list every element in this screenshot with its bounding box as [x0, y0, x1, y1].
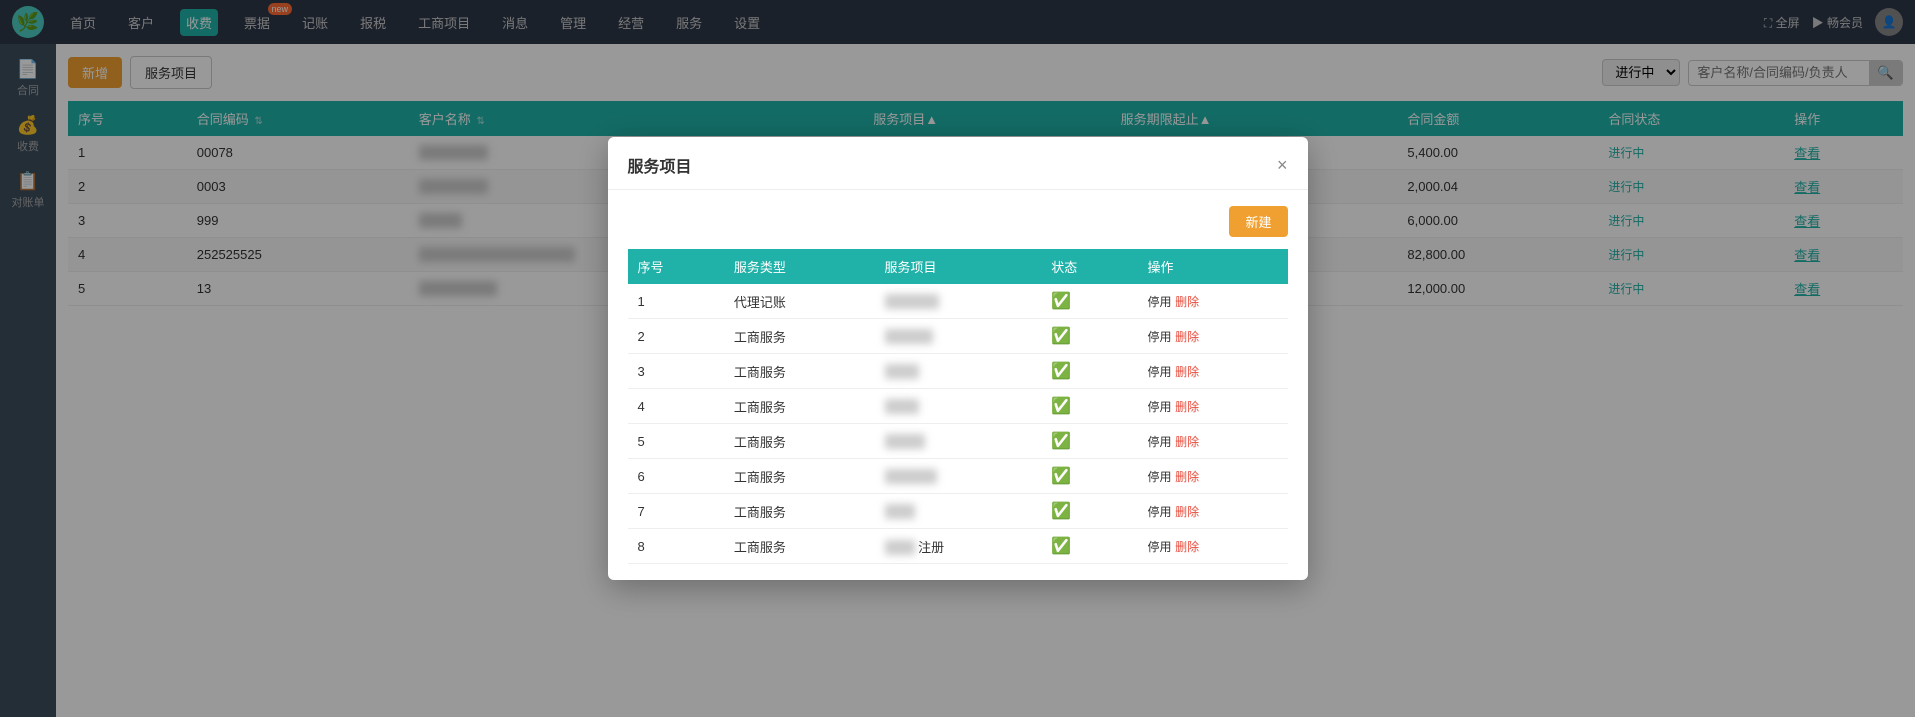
modal-table-row: 6 工商服务 XXXXX ✅ 停用 删除 — [628, 459, 1288, 494]
modal-cell-index: 5 — [628, 424, 724, 459]
modal-header-row: 序号 服务类型 服务项目 状态 操作 — [628, 249, 1288, 284]
modal-table-row: 3 工商服务 XXXX ✅ 停用 删除 — [628, 354, 1288, 389]
modal-cell-index: 1 — [628, 284, 724, 319]
modal-cell-item: XXXX — [875, 319, 1042, 354]
modal-table-container[interactable]: 序号 服务类型 服务项目 状态 操作 1 代理记账 XXXXX 1 ✅ 停用 删… — [628, 249, 1288, 564]
modal-col-action: 操作 — [1138, 249, 1288, 284]
stop-button[interactable]: 停用 — [1148, 398, 1172, 415]
stop-button[interactable]: 停用 — [1148, 328, 1172, 345]
modal-cell-action[interactable]: 停用 删除 — [1138, 424, 1288, 459]
modal-cell-type: 工商服务 — [724, 494, 875, 529]
modal-cell-item: XXXXX — [875, 459, 1042, 494]
service-modal: 服务项目 × 新建 序号 服务类型 服务项目 状态 操作 — [608, 137, 1308, 580]
modal-cell-status: ✅ — [1041, 459, 1137, 494]
modal-cell-index: 4 — [628, 389, 724, 424]
modal-cell-status: ✅ — [1041, 529, 1137, 564]
modal-close-button[interactable]: × — [1277, 155, 1288, 176]
new-service-button[interactable]: 新建 — [1229, 206, 1287, 237]
stop-button[interactable]: 停用 — [1148, 503, 1172, 520]
modal-table-row: 5 工商服务 XXX ✅ 停用 删除 — [628, 424, 1288, 459]
modal-cell-status: ✅ — [1041, 354, 1137, 389]
modal-table-row: 4 工商服务 XXX ✅ 停用 删除 — [628, 389, 1288, 424]
modal-table-row: 2 工商服务 XXXX ✅ 停用 删除 — [628, 319, 1288, 354]
modal-col-type: 服务类型 — [724, 249, 875, 284]
modal-header: 服务项目 × — [608, 137, 1308, 190]
modal-cell-index: 3 — [628, 354, 724, 389]
modal-cell-type: 代理记账 — [724, 284, 875, 319]
delete-button[interactable]: 删除 — [1175, 363, 1199, 380]
modal-cell-type: 工商服务 — [724, 319, 875, 354]
modal-cell-action[interactable]: 停用 删除 — [1138, 389, 1288, 424]
delete-button[interactable]: 删除 — [1175, 293, 1199, 310]
modal-cell-status: ✅ — [1041, 494, 1137, 529]
modal-cell-status: ✅ — [1041, 284, 1137, 319]
stop-button[interactable]: 停用 — [1148, 293, 1172, 310]
modal-cell-index: 6 — [628, 459, 724, 494]
modal-cell-action[interactable]: 停用 删除 — [1138, 354, 1288, 389]
service-table: 序号 服务类型 服务项目 状态 操作 1 代理记账 XXXXX 1 ✅ 停用 删… — [628, 249, 1288, 564]
modal-col-index: 序号 — [628, 249, 724, 284]
modal-cell-action[interactable]: 停用 删除 — [1138, 319, 1288, 354]
modal-cell-index: 8 — [628, 529, 724, 564]
modal-cell-status: ✅ — [1041, 319, 1137, 354]
stop-button[interactable]: 停用 — [1148, 433, 1172, 450]
modal-cell-status: ✅ — [1041, 424, 1137, 459]
modal-cell-item: XXX — [875, 424, 1042, 459]
delete-button[interactable]: 删除 — [1175, 503, 1199, 520]
modal-table-row: 7 工商服务 XXX ✅ 停用 删除 — [628, 494, 1288, 529]
delete-button[interactable]: 删除 — [1175, 468, 1199, 485]
modal-cell-type: 工商服务 — [724, 529, 875, 564]
delete-button[interactable]: 删除 — [1175, 328, 1199, 345]
modal-cell-status: ✅ — [1041, 389, 1137, 424]
modal-toolbar: 新建 — [628, 206, 1288, 237]
modal-title: 服务项目 — [628, 153, 692, 177]
modal-cell-type: 工商服务 — [724, 459, 875, 494]
stop-button[interactable]: 停用 — [1148, 363, 1172, 380]
modal-cell-action[interactable]: 停用 删除 — [1138, 494, 1288, 529]
modal-table-row: 8 工商服务 XXX 注册 ✅ 停用 删除 — [628, 529, 1288, 564]
modal-cell-item: XXX — [875, 389, 1042, 424]
modal-cell-type: 工商服务 — [724, 354, 875, 389]
modal-cell-item: XXXX — [875, 354, 1042, 389]
modal-cell-index: 7 — [628, 494, 724, 529]
modal-cell-type: 工商服务 — [724, 424, 875, 459]
modal-cell-item: XXX 注册 — [875, 529, 1042, 564]
delete-button[interactable]: 删除 — [1175, 538, 1199, 555]
modal-cell-index: 2 — [628, 319, 724, 354]
modal-overlay: 服务项目 × 新建 序号 服务类型 服务项目 状态 操作 — [0, 0, 1915, 717]
modal-cell-item: XXXXX 1 — [875, 284, 1042, 319]
modal-body: 新建 序号 服务类型 服务项目 状态 操作 1 代理记账 — [608, 190, 1308, 580]
delete-button[interactable]: 删除 — [1175, 398, 1199, 415]
modal-col-status: 状态 — [1041, 249, 1137, 284]
modal-cell-action[interactable]: 停用 删除 — [1138, 284, 1288, 319]
stop-button[interactable]: 停用 — [1148, 468, 1172, 485]
modal-cell-action[interactable]: 停用 删除 — [1138, 459, 1288, 494]
modal-cell-action[interactable]: 停用 删除 — [1138, 529, 1288, 564]
modal-cell-type: 工商服务 — [724, 389, 875, 424]
modal-cell-item: XXX — [875, 494, 1042, 529]
modal-col-item: 服务项目 — [875, 249, 1042, 284]
modal-table-row: 1 代理记账 XXXXX 1 ✅ 停用 删除 — [628, 284, 1288, 319]
stop-button[interactable]: 停用 — [1148, 538, 1172, 555]
delete-button[interactable]: 删除 — [1175, 433, 1199, 450]
